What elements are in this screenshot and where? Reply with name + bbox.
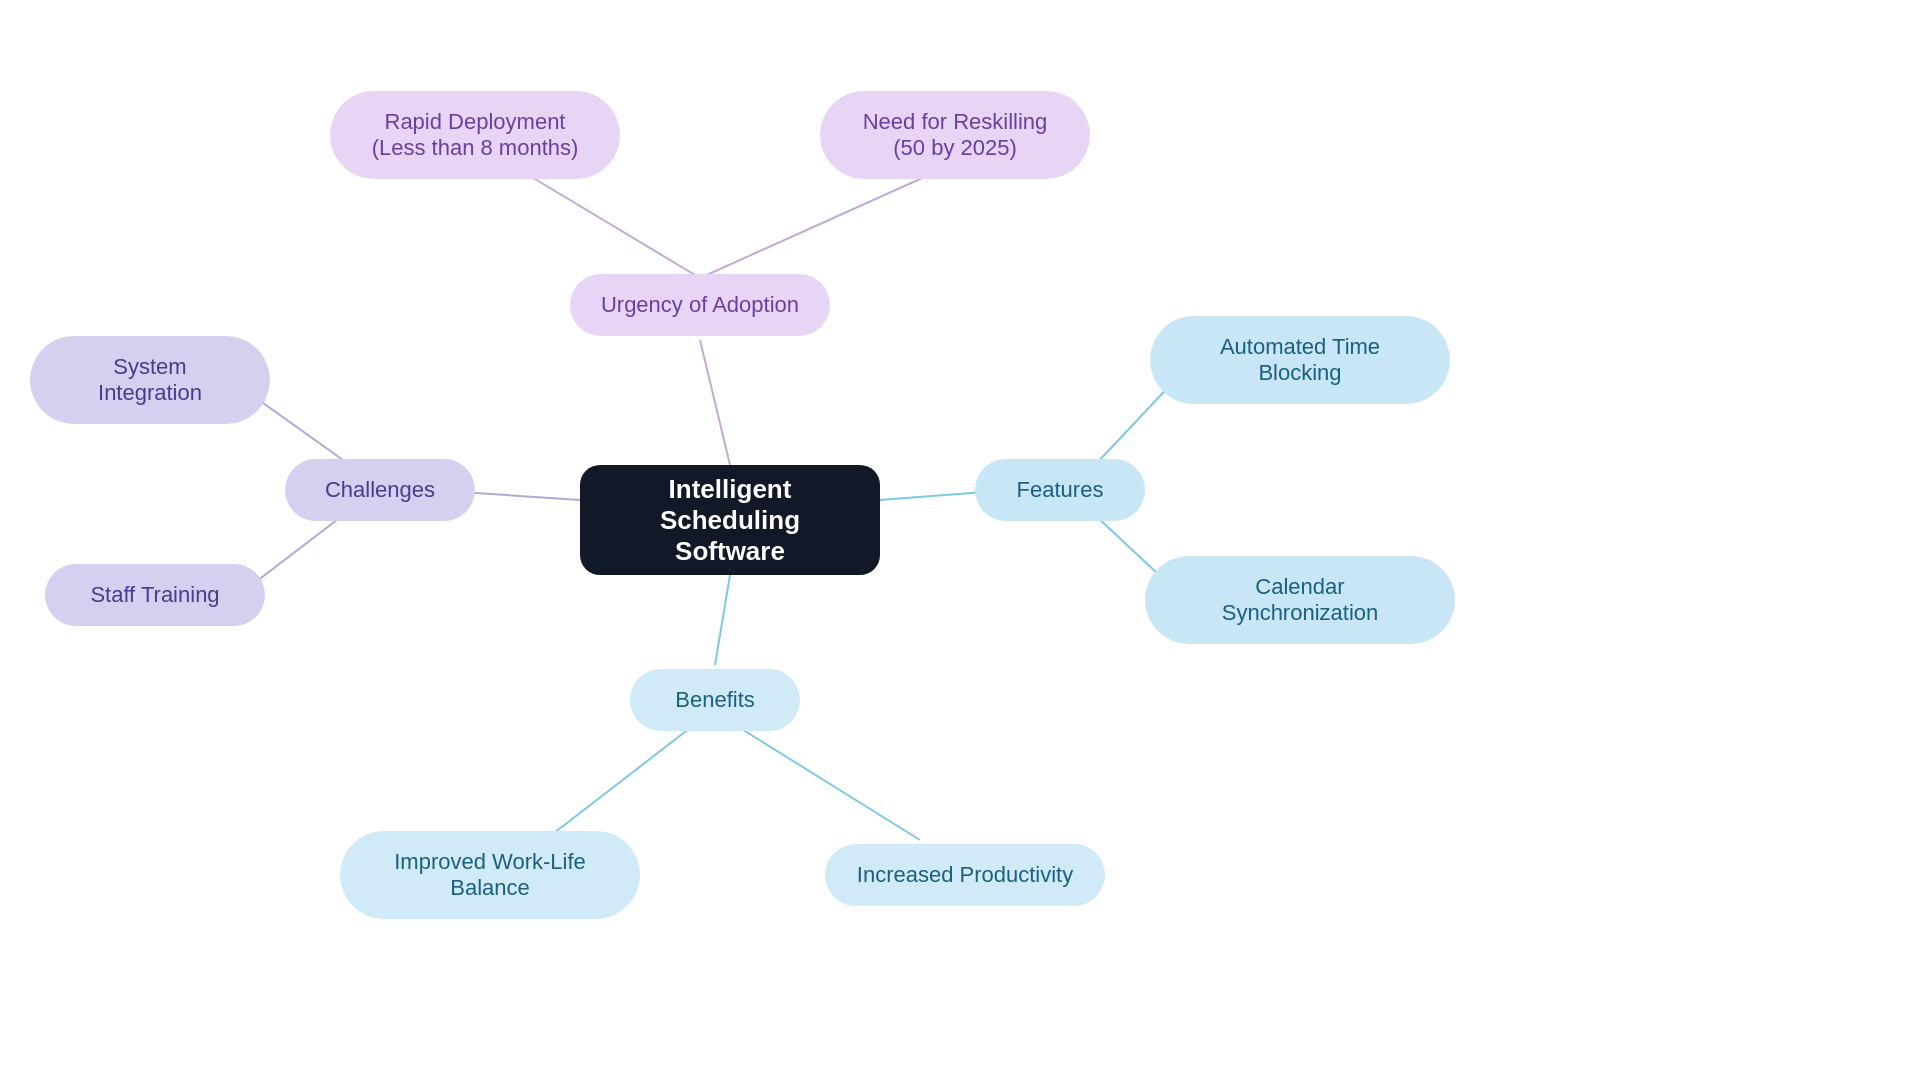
svg-line-9 <box>715 575 730 665</box>
productivity-node[interactable]: Increased Productivity <box>825 844 1105 906</box>
urgency-label: Urgency of Adoption <box>601 292 799 318</box>
svg-line-10 <box>545 728 690 840</box>
center-label: Intelligent Scheduling Software <box>610 474 850 567</box>
calendar-sync-label: Calendar Synchronization <box>1175 574 1425 626</box>
system-integration-label: System Integration <box>60 354 240 406</box>
benefits-node[interactable]: Benefits <box>630 669 800 731</box>
svg-line-0 <box>700 340 730 465</box>
rapid-deployment-label: Rapid Deployment (Less than 8 months) <box>360 109 590 161</box>
svg-line-5 <box>245 510 350 590</box>
center-node[interactable]: Intelligent Scheduling Software <box>580 465 880 575</box>
work-life-balance-label: Improved Work-Life Balance <box>370 849 610 901</box>
staff-training-node[interactable]: Staff Training <box>45 564 265 626</box>
system-integration-node[interactable]: System Integration <box>30 336 270 424</box>
automated-time-blocking-node[interactable]: Automated Time Blocking <box>1150 316 1450 404</box>
work-life-balance-node[interactable]: Improved Work-Life Balance <box>340 831 640 919</box>
productivity-label: Increased Productivity <box>857 862 1073 888</box>
svg-line-1 <box>520 170 700 278</box>
reskilling-node[interactable]: Need for Reskilling (50 by 2025) <box>820 91 1090 179</box>
features-label: Features <box>1017 477 1104 503</box>
benefits-label: Benefits <box>675 687 755 713</box>
urgency-node[interactable]: Urgency of Adoption <box>570 274 830 336</box>
challenges-node[interactable]: Challenges <box>285 459 475 521</box>
svg-line-2 <box>700 170 940 278</box>
reskilling-label: Need for Reskilling (50 by 2025) <box>850 109 1060 161</box>
calendar-sync-node[interactable]: Calendar Synchronization <box>1145 556 1455 644</box>
svg-line-11 <box>740 728 920 840</box>
mindmap-container: Intelligent Scheduling Software Urgency … <box>0 0 1920 1083</box>
staff-training-label: Staff Training <box>90 582 219 608</box>
rapid-deployment-node[interactable]: Rapid Deployment (Less than 8 months) <box>330 91 620 179</box>
automated-time-blocking-label: Automated Time Blocking <box>1180 334 1420 386</box>
features-node[interactable]: Features <box>975 459 1145 521</box>
challenges-label: Challenges <box>325 477 435 503</box>
svg-line-7 <box>1095 380 1175 465</box>
